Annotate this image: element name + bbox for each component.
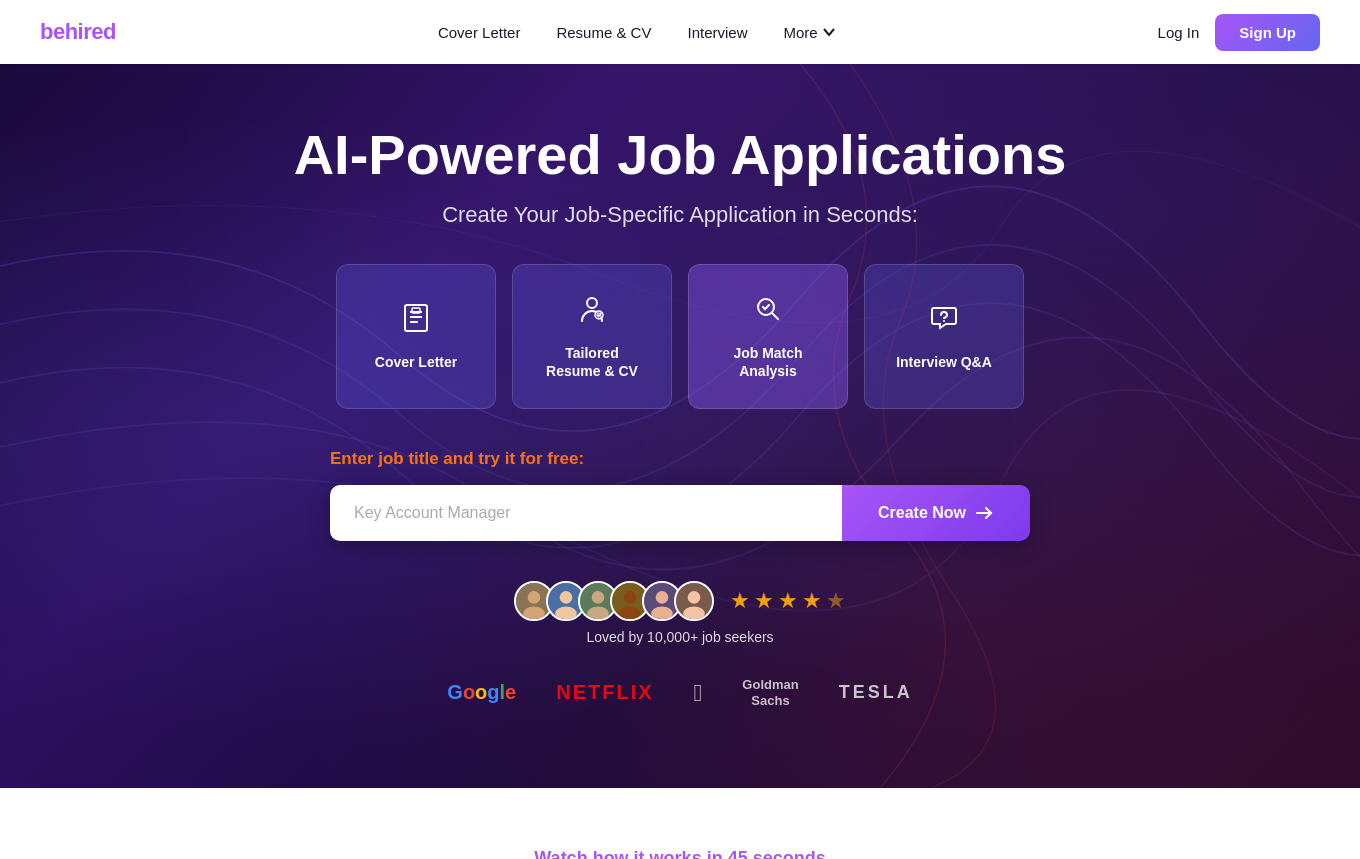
job-title-input[interactable]	[330, 485, 842, 541]
nav-interview[interactable]: Interview	[687, 24, 747, 41]
tesla-logo: TESLA	[839, 682, 913, 703]
apple-logo: 	[694, 679, 703, 707]
below-fold-section: Watch how it works in 45 seconds behired…	[0, 788, 1360, 859]
interview-label: Interview Q&A	[896, 353, 992, 371]
svg-point-24	[651, 606, 673, 620]
hero-title: AI-Powered Job Applications	[294, 124, 1067, 186]
nav-links: Cover Letter Resume & CV Interview More	[438, 24, 836, 41]
nav-cover-letter[interactable]: Cover Letter	[438, 24, 521, 41]
google-logo: Google	[447, 681, 516, 704]
hero-subtitle: Create Your Job-Specific Application in …	[442, 202, 918, 228]
svg-point-12	[523, 606, 545, 620]
watch-link[interactable]: Watch how it works in 45 seconds	[534, 848, 825, 859]
avatar-group	[514, 581, 714, 621]
nav-resume-cv[interactable]: Resume & CV	[556, 24, 651, 41]
job-match-label: Job Match Analysis	[713, 344, 823, 380]
resume-icon	[576, 293, 608, 332]
create-now-button[interactable]: Create Now	[842, 485, 1030, 541]
nav-more[interactable]: More	[784, 24, 836, 41]
signup-button[interactable]: Sign Up	[1215, 14, 1320, 51]
svg-point-21	[619, 606, 641, 620]
svg-point-17	[592, 591, 605, 604]
logo[interactable]: behired	[40, 19, 116, 45]
navbar: behired Cover Letter Resume & CV Intervi…	[0, 0, 1360, 64]
svg-point-5	[587, 298, 597, 308]
job-match-icon	[752, 293, 784, 332]
feature-cards: Cover Letter Tailored Resume & CV	[336, 264, 1024, 409]
svg-point-23	[656, 591, 669, 604]
feature-card-resume[interactable]: Tailored Resume & CV	[512, 264, 672, 409]
netflix-logo: NETFLIX	[556, 681, 653, 704]
resume-label: Tailored Resume & CV	[537, 344, 647, 380]
svg-point-18	[587, 606, 609, 620]
loved-text: Loved by 10,000+ job seekers	[586, 629, 773, 645]
cover-letter-label: Cover Letter	[375, 353, 457, 371]
job-input-label: Enter job title and try it for free:	[330, 449, 1030, 469]
cover-letter-icon	[400, 302, 432, 341]
svg-point-27	[683, 606, 705, 620]
feature-card-job-match[interactable]: Job Match Analysis	[688, 264, 848, 409]
svg-point-26	[688, 591, 701, 604]
company-logos: Google NETFLIX  GoldmanSachs TESLA	[447, 677, 912, 708]
interview-icon	[928, 302, 960, 341]
social-proof: ★ ★ ★ ★ ★ Loved by 10,000+ job seekers	[514, 581, 846, 645]
svg-point-14	[560, 591, 573, 604]
feature-card-cover-letter[interactable]: Cover Letter	[336, 264, 496, 409]
star-rating: ★ ★ ★ ★ ★	[730, 588, 846, 614]
svg-point-11	[528, 591, 541, 604]
hero-section: AI-Powered Job Applications Create Your …	[0, 64, 1360, 788]
avatar-6	[674, 581, 714, 621]
svg-point-15	[555, 606, 577, 620]
svg-rect-4	[412, 308, 420, 313]
goldman-logo: GoldmanSachs	[742, 677, 798, 708]
nav-right: Log In Sign Up	[1158, 14, 1320, 51]
feature-card-interview[interactable]: Interview Q&A	[864, 264, 1024, 409]
svg-point-20	[624, 591, 637, 604]
svg-point-8	[943, 320, 945, 322]
login-button[interactable]: Log In	[1158, 24, 1200, 41]
job-input-row: Create Now	[330, 485, 1030, 541]
